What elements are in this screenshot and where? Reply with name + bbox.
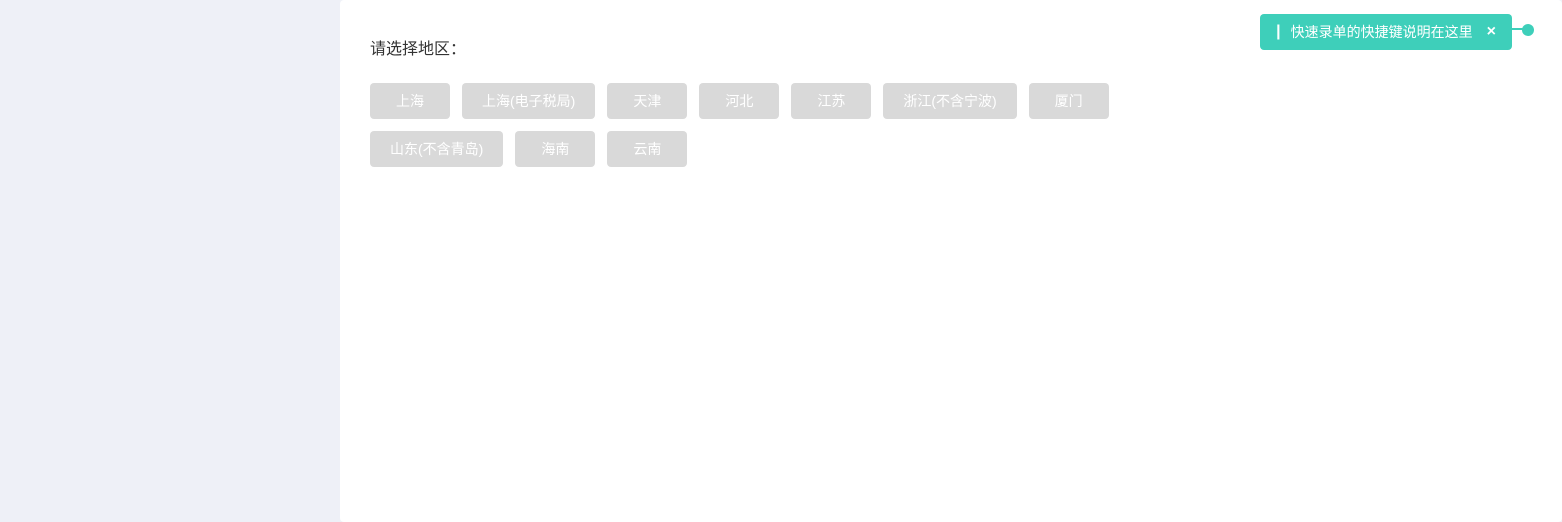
region-btn-shanghai[interactable]: 上海 [370,83,450,119]
region-btn-shandong[interactable]: 山东(不含青岛) [370,131,503,167]
main-content: 请选择地区： 上海上海(电子税局)天津河北江苏浙江(不含宁波)厦门 山东(不含青… [340,0,1562,522]
region-btn-yunnan[interactable]: 云南 [607,131,687,167]
region-btn-tianjin[interactable]: 天津 [607,83,687,119]
region-btn-hebei[interactable]: 河北 [699,83,779,119]
region-btn-jiangsu[interactable]: 江苏 [791,83,871,119]
sidebar [0,0,340,522]
region-buttons-row-1: 上海上海(电子税局) 天津河北江苏浙江(不含宁波) 厦门 [370,83,1532,119]
region-btn-shanghai-etax[interactable]: 上海(电子税局) [462,83,595,119]
region-btn-zhejiang[interactable]: 浙江(不含宁波) [883,83,1016,119]
tooltip-dot [1522,24,1534,36]
tooltip-bar: 快速录单的快捷键说明在这里 × [1260,14,1512,50]
tooltip-close-button[interactable]: × [1487,23,1496,41]
region-buttons-row-2: 山东(不含青岛) 海南云南 [370,131,1532,167]
region-btn-xiamen[interactable]: 厦门 [1029,83,1109,119]
region-btn-hainan[interactable]: 海南 [515,131,595,167]
tooltip-text: 快速录单的快捷键说明在这里 [1291,22,1473,42]
